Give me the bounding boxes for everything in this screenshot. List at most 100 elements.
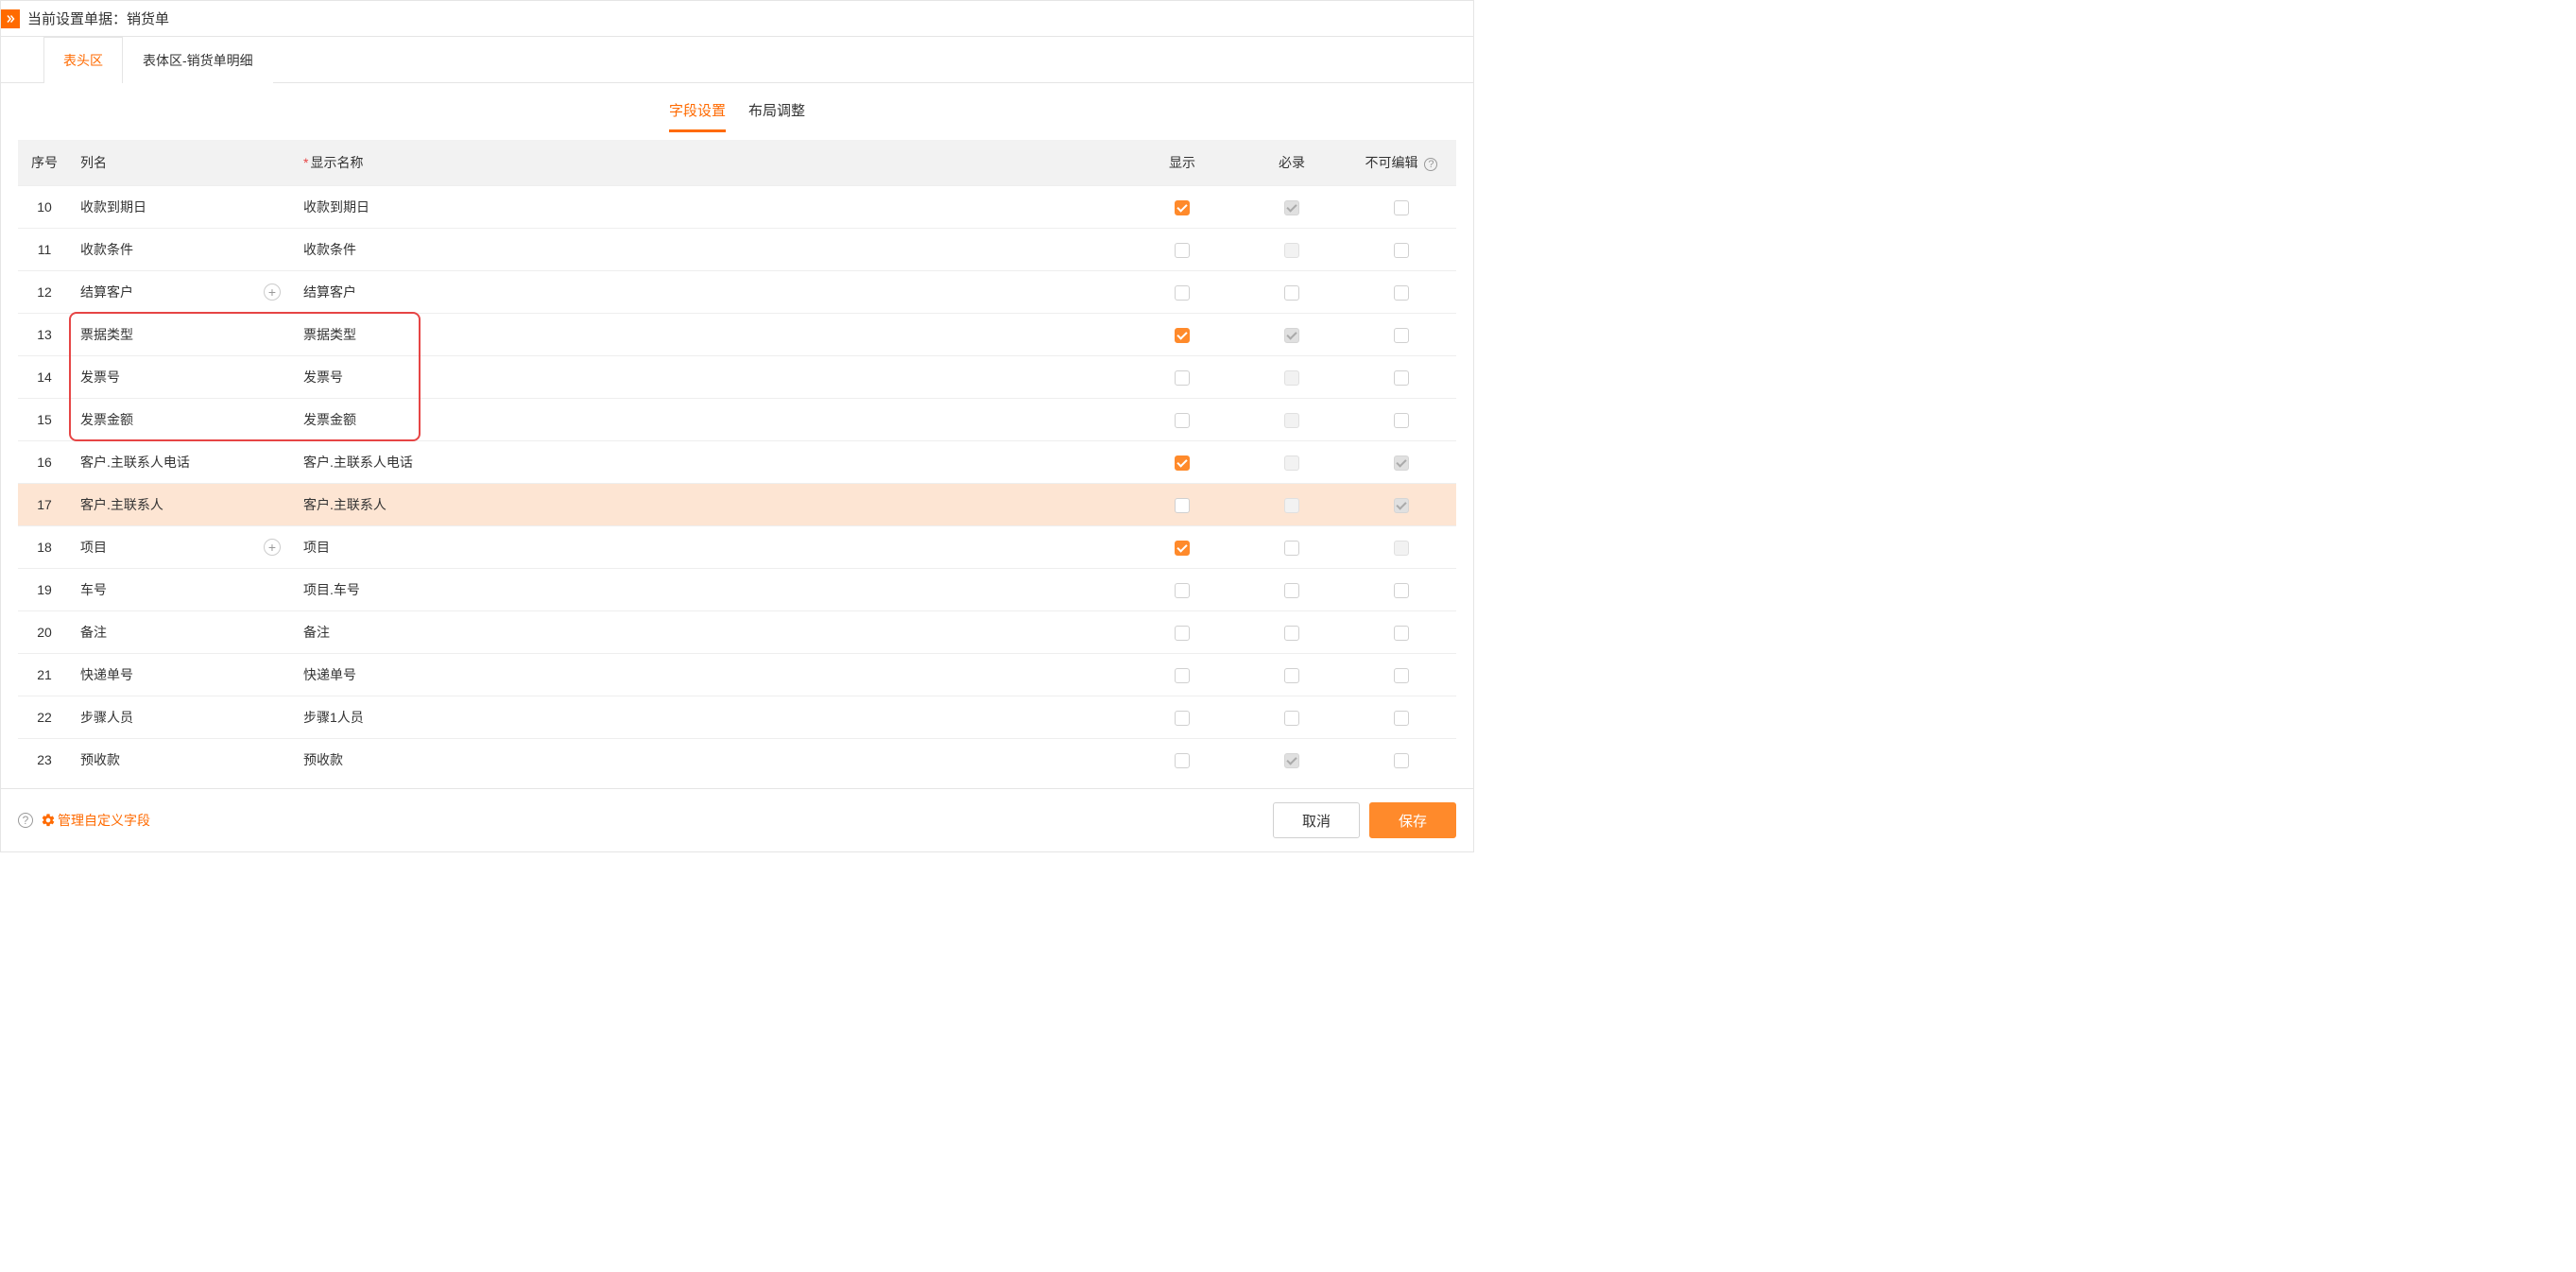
cell-readonly xyxy=(1347,696,1456,739)
cell-column-name: 备注 xyxy=(71,611,294,654)
help-icon[interactable]: ? xyxy=(1424,158,1437,171)
checkbox-show[interactable] xyxy=(1175,541,1190,556)
cell-display-name[interactable]: 收款到期日 xyxy=(294,186,1127,229)
cell-display-name[interactable]: 项目.车号 xyxy=(294,569,1127,611)
column-name-text: 收款到期日 xyxy=(80,199,146,215)
checkbox-required[interactable] xyxy=(1284,668,1299,683)
cell-show xyxy=(1127,696,1237,739)
tab-body-area[interactable]: 表体区-销货单明细 xyxy=(123,37,273,83)
checkbox-required xyxy=(1284,413,1299,428)
checkbox-show[interactable] xyxy=(1175,626,1190,641)
checkbox-show[interactable] xyxy=(1175,243,1190,258)
page-title: 当前设置单据：销货单 xyxy=(27,9,169,28)
cell-readonly xyxy=(1347,441,1456,484)
checkbox-show[interactable] xyxy=(1175,668,1190,683)
cell-show xyxy=(1127,271,1237,314)
table-row: 16客户.主联系人电话客户.主联系人电话 xyxy=(18,441,1456,484)
cell-seq: 15 xyxy=(18,399,71,441)
checkbox-readonly[interactable] xyxy=(1394,711,1409,726)
th-show: 显示 xyxy=(1127,140,1237,186)
plus-icon[interactable]: + xyxy=(264,539,281,556)
checkbox-readonly[interactable] xyxy=(1394,668,1409,683)
th-display-name-label: 显示名称 xyxy=(310,155,363,170)
top-tabs: 表头区 表体区-销货单明细 xyxy=(1,36,1473,83)
cell-display-name[interactable]: 收款条件 xyxy=(294,229,1127,271)
cell-column-name: 发票号 xyxy=(71,356,294,399)
checkbox-show[interactable] xyxy=(1175,711,1190,726)
cell-seq: 22 xyxy=(18,696,71,739)
column-name-text: 项目 xyxy=(80,540,107,555)
cell-display-name[interactable]: 备注 xyxy=(294,611,1127,654)
checkbox-required xyxy=(1284,498,1299,513)
subtab-field-settings[interactable]: 字段设置 xyxy=(669,100,726,132)
table-row: 18项目+项目 xyxy=(18,526,1456,569)
table-wrap: 序号 列名 *显示名称 显示 必录 不可编辑 ? 10收款到期日收款到期日11收… xyxy=(18,140,1456,781)
cell-show xyxy=(1127,186,1237,229)
column-name-text: 车号 xyxy=(80,582,107,597)
cell-required xyxy=(1237,186,1347,229)
cell-display-name[interactable]: 预收款 xyxy=(294,739,1127,782)
cell-column-name: 收款条件 xyxy=(71,229,294,271)
gear-icon xyxy=(41,813,56,828)
checkbox-show[interactable] xyxy=(1175,200,1190,215)
cell-display-name[interactable]: 快递单号 xyxy=(294,654,1127,696)
checkbox-required[interactable] xyxy=(1284,626,1299,641)
table-row: 13票据类型票据类型 xyxy=(18,314,1456,356)
cell-required xyxy=(1237,611,1347,654)
cell-seq: 17 xyxy=(18,484,71,526)
checkbox-show[interactable] xyxy=(1175,370,1190,386)
cell-seq: 23 xyxy=(18,739,71,782)
cancel-button[interactable]: 取消 xyxy=(1273,802,1360,838)
save-button[interactable]: 保存 xyxy=(1369,802,1456,838)
cell-display-name[interactable]: 发票号 xyxy=(294,356,1127,399)
cell-display-name[interactable]: 步骤1人员 xyxy=(294,696,1127,739)
checkbox-readonly[interactable] xyxy=(1394,753,1409,768)
checkbox-required[interactable] xyxy=(1284,711,1299,726)
checkbox-readonly xyxy=(1394,541,1409,556)
checkbox-readonly[interactable] xyxy=(1394,626,1409,641)
table-row: 12结算客户+结算客户 xyxy=(18,271,1456,314)
cell-show xyxy=(1127,399,1237,441)
checkbox-readonly[interactable] xyxy=(1394,413,1409,428)
checkbox-show[interactable] xyxy=(1175,413,1190,428)
cell-display-name[interactable]: 发票金额 xyxy=(294,399,1127,441)
cell-required xyxy=(1237,441,1347,484)
required-star-icon: * xyxy=(303,155,308,170)
cell-display-name[interactable]: 客户.主联系人 xyxy=(294,484,1127,526)
cell-display-name[interactable]: 客户.主联系人电话 xyxy=(294,441,1127,484)
checkbox-required[interactable] xyxy=(1284,285,1299,301)
tab-header-area[interactable]: 表头区 xyxy=(43,37,123,83)
column-name-text: 客户.主联系人 xyxy=(80,497,163,512)
checkbox-readonly[interactable] xyxy=(1394,200,1409,215)
cell-display-name[interactable]: 票据类型 xyxy=(294,314,1127,356)
help-icon[interactable]: ? xyxy=(18,813,33,828)
subtab-layout-adjust[interactable]: 布局调整 xyxy=(748,100,805,132)
checkbox-readonly[interactable] xyxy=(1394,370,1409,386)
checkbox-required[interactable] xyxy=(1284,541,1299,556)
checkbox-required[interactable] xyxy=(1284,583,1299,598)
plus-icon[interactable]: + xyxy=(264,284,281,301)
cell-show xyxy=(1127,356,1237,399)
cell-display-name[interactable]: 项目 xyxy=(294,526,1127,569)
checkbox-readonly[interactable] xyxy=(1394,583,1409,598)
cell-required xyxy=(1237,399,1347,441)
cell-readonly xyxy=(1347,654,1456,696)
manage-custom-fields-link[interactable]: 管理自定义字段 xyxy=(58,811,150,830)
cell-show xyxy=(1127,484,1237,526)
cell-column-name: 车号 xyxy=(71,569,294,611)
checkbox-show[interactable] xyxy=(1175,753,1190,768)
collapse-toggle[interactable] xyxy=(1,9,20,28)
checkbox-show[interactable] xyxy=(1175,583,1190,598)
checkbox-readonly[interactable] xyxy=(1394,285,1409,301)
cell-required xyxy=(1237,484,1347,526)
checkbox-show[interactable] xyxy=(1175,285,1190,301)
checkbox-show[interactable] xyxy=(1175,328,1190,343)
checkbox-readonly[interactable] xyxy=(1394,328,1409,343)
checkbox-readonly[interactable] xyxy=(1394,243,1409,258)
cell-column-name: 客户.主联系人 xyxy=(71,484,294,526)
cell-display-name[interactable]: 结算客户 xyxy=(294,271,1127,314)
checkbox-show[interactable] xyxy=(1175,456,1190,471)
cell-column-name: 收款到期日 xyxy=(71,186,294,229)
checkbox-show[interactable] xyxy=(1175,498,1190,513)
column-name-text: 票据类型 xyxy=(80,327,133,342)
